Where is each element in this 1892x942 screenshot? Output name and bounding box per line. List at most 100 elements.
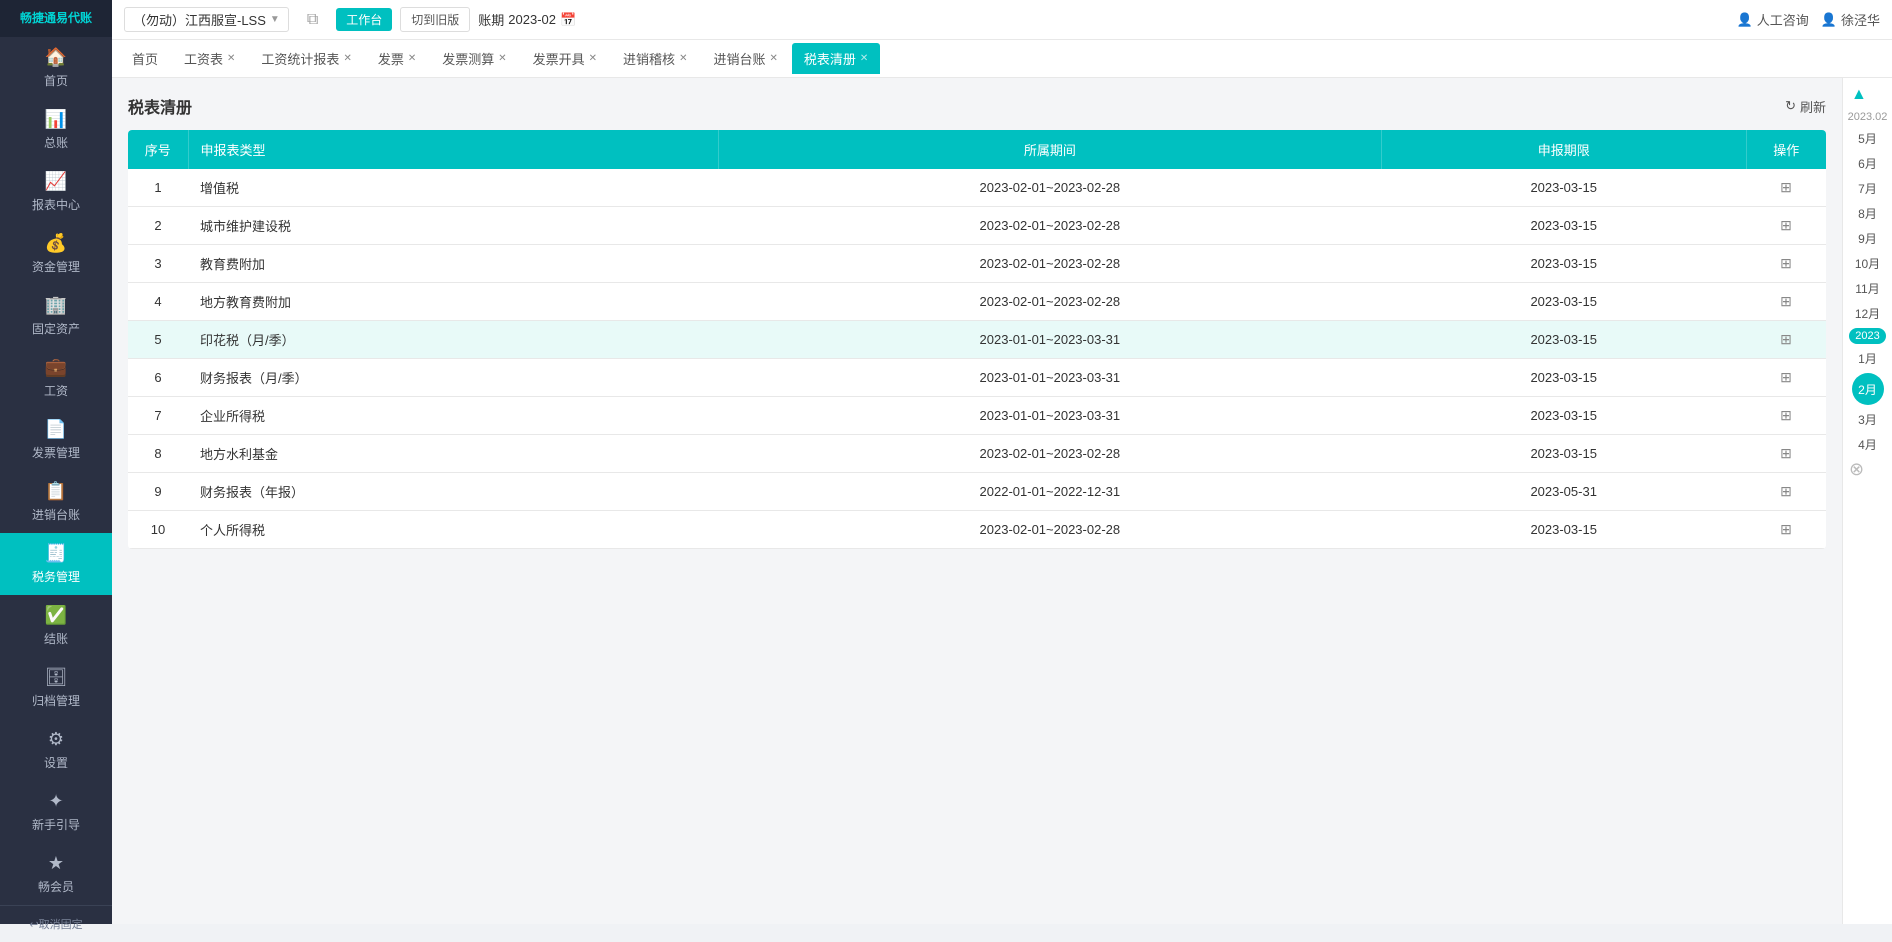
sidebar-item-settings[interactable]: ⚙ 设置 xyxy=(0,719,112,781)
table-row: 7 企业所得税 2023-01-01~2023-03-31 2023-03-15… xyxy=(128,397,1826,435)
close-accounts-icon: ✅ xyxy=(45,605,67,626)
view-action-icon[interactable]: ⊞ xyxy=(1780,483,1792,499)
cell-action: ⊞ xyxy=(1746,359,1826,397)
help-button[interactable]: 👤 人工咨询 xyxy=(1737,10,1809,29)
sidebar-item-member[interactable]: ★ 畅会员 xyxy=(0,843,112,905)
sidebar-item-payroll[interactable]: 💼 工资 xyxy=(0,347,112,409)
panel-month-5[interactable]: 5月 xyxy=(1848,126,1888,151)
sidebar-item-tax[interactable]: 🧾 税务管理 xyxy=(0,533,112,595)
panel-month-12[interactable]: 12月 xyxy=(1848,301,1888,326)
sidebar-item-label: 资金管理 xyxy=(32,258,80,275)
cell-seq: 10 xyxy=(128,511,188,549)
page-title: 税表清册 xyxy=(128,94,192,118)
tab-payroll-stats[interactable]: 工资统计报表 ✕ xyxy=(249,43,363,74)
sidebar-item-guide[interactable]: ✦ 新手引导 xyxy=(0,781,112,843)
table-row: 4 地方教育费附加 2023-02-01~2023-02-28 2023-03-… xyxy=(128,283,1826,321)
table-row: 5 印花税（月/季） 2023-01-01~2023-03-31 2023-03… xyxy=(128,321,1826,359)
panel-month-4[interactable]: 4月 xyxy=(1848,432,1888,457)
tab-home[interactable]: 首页 xyxy=(120,43,170,74)
tab-label: 发票 xyxy=(378,49,404,68)
panel-month-9[interactable]: 9月 xyxy=(1848,226,1888,251)
view-action-icon[interactable]: ⊞ xyxy=(1780,331,1792,347)
panel-month-8[interactable]: 8月 xyxy=(1848,201,1888,226)
tab-close-icon[interactable]: ✕ xyxy=(769,53,777,64)
tab-label: 工资表 xyxy=(184,49,223,68)
tab-invoice-open[interactable]: 发票开具 ✕ xyxy=(521,43,609,74)
panel-month-1[interactable]: 1月 xyxy=(1848,346,1888,371)
cell-action: ⊞ xyxy=(1746,435,1826,473)
cell-action: ⊞ xyxy=(1746,511,1826,549)
panel-close-icon[interactable]: ⊗ xyxy=(1847,457,1866,482)
panel-month-10[interactable]: 10月 xyxy=(1848,251,1888,276)
tab-purchase-ledger[interactable]: 进销台账 ✕ xyxy=(701,43,789,74)
cell-deadline: 2023-03-15 xyxy=(1381,245,1746,283)
view-action-icon[interactable]: ⊞ xyxy=(1780,369,1792,385)
workspace-button[interactable]: 工作台 xyxy=(336,8,392,31)
panel-year-badge: 2023 xyxy=(1849,328,1885,344)
cell-action: ⊞ xyxy=(1746,321,1826,359)
tab-close-icon[interactable]: ✕ xyxy=(408,53,416,64)
panel-month-7[interactable]: 7月 xyxy=(1848,176,1888,201)
tab-close-icon[interactable]: ✕ xyxy=(589,53,597,64)
cell-period: 2023-02-01~2023-02-28 xyxy=(718,283,1381,321)
sidebar-item-label: 工资 xyxy=(44,382,68,399)
tab-invoice-calc[interactable]: 发票测算 ✕ xyxy=(430,43,518,74)
panel-month-2-active[interactable]: 2月 xyxy=(1852,373,1884,405)
calendar-icon[interactable]: 📅 xyxy=(560,12,576,28)
view-action-icon[interactable]: ⊞ xyxy=(1780,445,1792,461)
copy-button[interactable]: ⧉ xyxy=(297,8,328,32)
cell-deadline: 2023-03-15 xyxy=(1381,511,1746,549)
view-action-icon[interactable]: ⊞ xyxy=(1780,293,1792,309)
tab-close-icon[interactable]: ✕ xyxy=(679,53,687,64)
tab-close-icon[interactable]: ✕ xyxy=(227,53,235,64)
sidebar-item-close[interactable]: ✅ 结账 xyxy=(0,595,112,657)
sidebar-item-label: 首页 xyxy=(44,72,68,89)
sidebar-item-invoice[interactable]: 📄 发票管理 xyxy=(0,409,112,471)
cell-action: ⊞ xyxy=(1746,169,1826,207)
sidebar-item-home[interactable]: 🏠 首页 xyxy=(0,37,112,99)
switch-version-button[interactable]: 切到旧版 xyxy=(400,7,470,32)
home-icon: 🏠 xyxy=(45,47,67,68)
cell-period: 2023-02-01~2023-02-28 xyxy=(718,169,1381,207)
cell-seq: 2 xyxy=(128,207,188,245)
view-action-icon[interactable]: ⊞ xyxy=(1780,255,1792,271)
sidebar-item-ledger[interactable]: 📊 总账 xyxy=(0,99,112,161)
cell-type: 地方水利基金 xyxy=(188,435,718,473)
panel-up-icon[interactable]: ▲ xyxy=(1847,82,1871,108)
sidebar-item-archive[interactable]: 🗄 归档管理 xyxy=(0,657,112,719)
member-icon: ★ xyxy=(48,853,64,874)
sidebar-item-assets[interactable]: 🏢 固定资产 xyxy=(0,285,112,347)
view-action-icon[interactable]: ⊞ xyxy=(1780,217,1792,233)
sidebar-item-label: 发票管理 xyxy=(32,444,80,461)
tab-close-icon[interactable]: ✕ xyxy=(343,53,351,64)
tab-tax-list[interactable]: 税表清册 ✕ xyxy=(792,43,880,74)
cell-deadline: 2023-03-15 xyxy=(1381,397,1746,435)
user-menu[interactable]: 👤 徐泾华 xyxy=(1821,10,1880,29)
tab-close-icon[interactable]: ✕ xyxy=(498,53,506,64)
sidebar-item-funds[interactable]: 💰 资金管理 xyxy=(0,223,112,285)
view-action-icon[interactable]: ⊞ xyxy=(1780,407,1792,423)
refresh-label: 刷新 xyxy=(1800,97,1826,116)
company-selector[interactable]: （勿动）江西服宣-LSS ▼ xyxy=(124,7,289,32)
unpin-button[interactable]: ↩取消固定 xyxy=(0,905,112,942)
sidebar-item-sales[interactable]: 📋 进销台账 xyxy=(0,471,112,533)
tab-purchase-audit[interactable]: 进销稽核 ✕ xyxy=(611,43,699,74)
refresh-button[interactable]: ↻ 刷新 xyxy=(1785,97,1826,116)
view-action-icon[interactable]: ⊞ xyxy=(1780,521,1792,537)
cell-deadline: 2023-03-15 xyxy=(1381,435,1746,473)
cell-deadline: 2023-05-31 xyxy=(1381,473,1746,511)
cell-seq: 5 xyxy=(128,321,188,359)
tab-invoice[interactable]: 发票 ✕ xyxy=(366,43,428,74)
view-action-icon[interactable]: ⊞ xyxy=(1780,179,1792,195)
page-header: 税表清册 ↻ 刷新 xyxy=(128,94,1826,118)
tab-close-icon[interactable]: ✕ xyxy=(860,53,868,64)
tab-payroll[interactable]: 工资表 ✕ xyxy=(172,43,247,74)
panel-month-3[interactable]: 3月 xyxy=(1848,407,1888,432)
cell-type: 企业所得税 xyxy=(188,397,718,435)
sidebar-item-reports[interactable]: 📈 报表中心 xyxy=(0,161,112,223)
cell-seq: 4 xyxy=(128,283,188,321)
tax-table: 序号 申报表类型 所属期间 申报期限 操作 1 增值税 2023-02-01~2… xyxy=(128,130,1826,549)
settings-icon: ⚙ xyxy=(48,729,64,750)
panel-month-11[interactable]: 11月 xyxy=(1848,276,1888,301)
panel-month-6[interactable]: 6月 xyxy=(1848,151,1888,176)
